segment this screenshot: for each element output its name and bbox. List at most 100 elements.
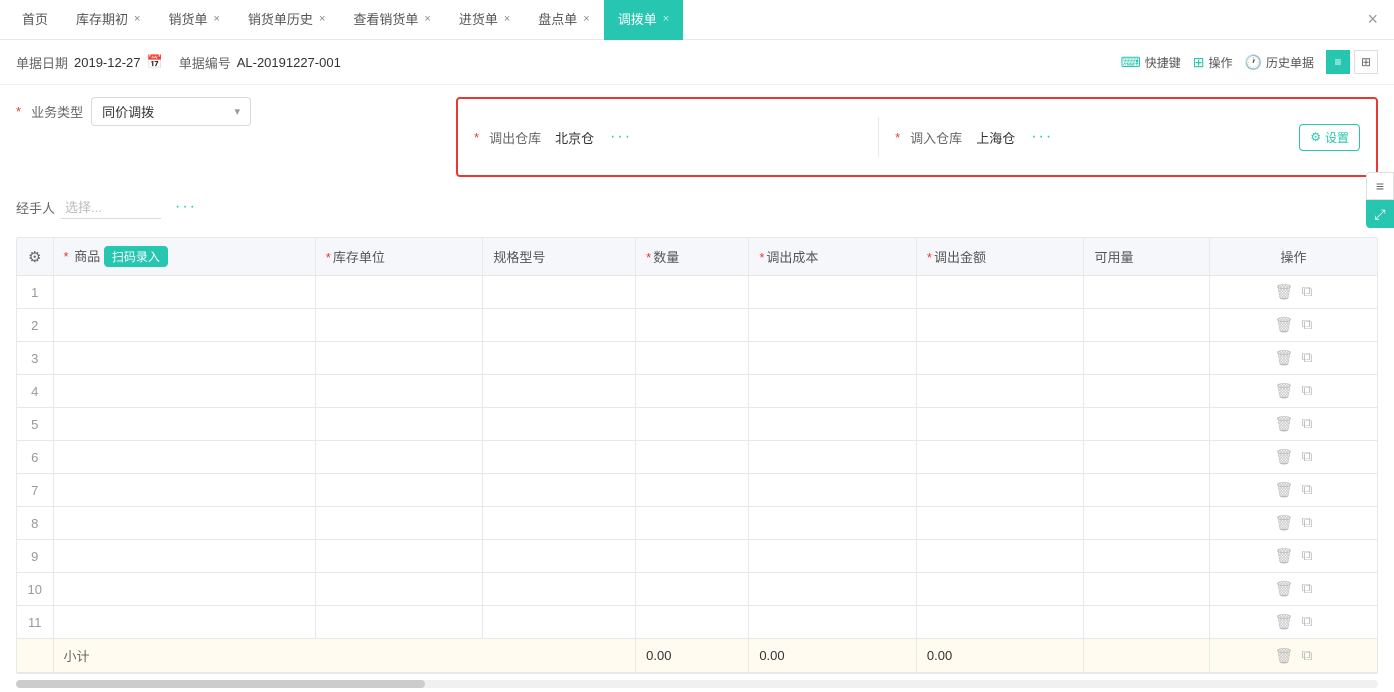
scan-btn[interactable]: 扫码录入 [104,246,168,267]
tab-close-inventory-init[interactable]: × [134,13,140,25]
row-available-1 [1084,276,1210,309]
table-row: 2 🗑⧉ [17,309,1377,342]
tab-transfer[interactable]: 调拨单 × [604,0,683,40]
person-select[interactable]: 选择... [61,195,161,219]
row-delete-9[interactable]: 🗑 [1275,547,1294,565]
required-marker-out: * [474,130,479,145]
th-action: 操作 [1210,238,1377,276]
calendar-icon[interactable]: 📅 [147,54,163,70]
row-copy-5[interactable]: ⧉ [1302,415,1313,433]
warehouse-in-value: 上海仓 [976,128,1015,147]
shortcut-btn[interactable]: ⌨ 快捷键 [1121,54,1181,71]
tab-sales-history[interactable]: 销货单历史 × [234,0,339,40]
right-float-panel: ≡ ⤢ [1366,172,1394,228]
layout-switcher: ≡ ⊞ [1326,50,1378,74]
tab-view-sales[interactable]: 查看销货单 × [339,0,444,40]
table-row: 3 🗑⧉ [17,342,1377,375]
row-copy-4[interactable]: ⧉ [1302,382,1313,400]
scrollbar-thumb[interactable] [16,680,425,688]
settings-button[interactable]: ⚙ 设置 [1299,124,1360,151]
window-close-button[interactable]: × [1359,9,1386,30]
row-delete-1[interactable]: 🗑 [1275,283,1294,301]
row-delete-8[interactable]: 🗑 [1275,514,1294,532]
data-table: ⚙ 商品 扫码录入 库存单位 规格型号 数量 调出成本 调出金额 可用量 操作 [17,238,1377,673]
row-amount-1[interactable] [916,276,1084,309]
tab-close-sales-history[interactable]: × [319,13,325,25]
table-row: 10 🗑⧉ [17,573,1377,606]
th-spec: 规格型号 [483,238,636,276]
form-body: * 业务类型 同价调拨 ▾ * 调出仓库 北京仓 ··· * 调入仓库 [0,85,1394,237]
row-delete-5[interactable]: 🗑 [1275,415,1294,433]
doc-num-field: 单据编号 AL-20191227-001 [179,53,341,72]
subtotal-delete[interactable]: 🗑 [1275,647,1294,665]
subtotal-qty: 0.00 [636,639,749,673]
row-cost-1[interactable] [749,276,917,309]
date-value: 2019-12-27 [74,55,141,70]
business-type-group: * 业务类型 同价调拨 ▾ [16,97,456,126]
row-copy-6[interactable]: ⧉ [1302,448,1313,466]
layout-list-btn[interactable]: ≡ [1326,50,1350,74]
history-icon: 🕐 [1245,54,1262,71]
row-delete-4[interactable]: 🗑 [1275,382,1294,400]
subtotal-copy[interactable]: ⧉ [1302,647,1313,665]
th-product: 商品 扫码录入 [53,238,315,276]
row-unit-1[interactable] [315,276,483,309]
row-copy-11[interactable]: ⧉ [1302,613,1313,631]
th-qty: 数量 [636,238,749,276]
row-delete-6[interactable]: 🗑 [1275,448,1294,466]
row-delete-3[interactable]: 🗑 [1275,349,1294,367]
tab-purchase[interactable]: 进货单 × [445,0,524,40]
row-copy-2[interactable]: ⧉ [1302,316,1313,334]
row-qty-1[interactable] [636,276,749,309]
date-field: 单据日期 2019-12-27 📅 [16,53,163,72]
warehouse-out-label: 调出仓库 [489,128,541,147]
subtotal-cost: 0.00 [749,639,917,673]
person-more[interactable]: ··· [175,198,197,216]
main-content: 单据日期 2019-12-27 📅 单据编号 AL-20191227-001 ⌨… [0,40,1394,692]
tab-close-sales-order[interactable]: × [213,13,219,25]
subtotal-amount: 0.00 [916,639,1084,673]
row-product-1[interactable] [53,276,315,309]
horizontal-scrollbar[interactable] [16,680,1378,688]
history-btn[interactable]: 🕐 历史单据 [1245,54,1314,71]
warehouse-in-label: 调入仓库 [910,128,962,147]
warehouse-out-more[interactable]: ··· [610,128,632,146]
row-copy-10[interactable]: ⧉ [1302,580,1313,598]
row-delete-7[interactable]: 🗑 [1275,481,1294,499]
row-copy-9[interactable]: ⧉ [1302,547,1313,565]
scrollbar-area [0,674,1394,692]
tab-close-inventory-check[interactable]: × [583,13,589,25]
tab-close-purchase[interactable]: × [504,13,510,25]
table-row: 7 🗑⧉ [17,474,1377,507]
row-spec-1[interactable] [483,276,636,309]
tab-close-transfer[interactable]: × [663,13,669,25]
business-type-select[interactable]: 同价调拨 ▾ [91,97,251,126]
table-gear-icon[interactable]: ⚙ [28,249,41,266]
warehouse-in-group: * 调入仓库 上海仓 ··· [895,128,1283,147]
th-settings[interactable]: ⚙ [17,238,53,276]
row-delete-11[interactable]: 🗑 [1275,613,1294,631]
operation-btn[interactable]: ⊞ 操作 [1193,54,1233,71]
warehouse-in-more[interactable]: ··· [1031,128,1053,146]
doc-num-value: AL-20191227-001 [237,55,341,70]
business-type-label: 业务类型 [31,102,83,121]
dropdown-arrow-icon: ▾ [235,105,241,118]
tab-home[interactable]: 首页 [8,0,62,40]
layout-grid-btn[interactable]: ⊞ [1354,50,1378,74]
float-expand-btn[interactable]: ⤢ [1366,200,1394,228]
person-label: 经手人 [16,198,55,217]
tab-sales-order[interactable]: 销货单 × [154,0,233,40]
tab-inventory-init[interactable]: 库存期初 × [62,0,154,40]
tab-bar: 首页 库存期初 × 销货单 × 销货单历史 × 查看销货单 × 进货单 × 盘点… [0,0,1394,40]
form-meta: 单据日期 2019-12-27 📅 单据编号 AL-20191227-001 [16,53,341,72]
row-copy-8[interactable]: ⧉ [1302,514,1313,532]
tab-close-view-sales[interactable]: × [424,13,430,25]
row-delete-2[interactable]: 🗑 [1275,316,1294,334]
row-delete-10[interactable]: 🗑 [1275,580,1294,598]
form-actions: ⌨ 快捷键 ⊞ 操作 🕐 历史单据 ≡ ⊞ [1121,50,1378,74]
row-copy-3[interactable]: ⧉ [1302,349,1313,367]
float-list-btn[interactable]: ≡ [1366,172,1394,200]
tab-inventory-check[interactable]: 盘点单 × [524,0,603,40]
row-copy-1[interactable]: ⧉ [1302,283,1313,301]
row-copy-7[interactable]: ⧉ [1302,481,1313,499]
